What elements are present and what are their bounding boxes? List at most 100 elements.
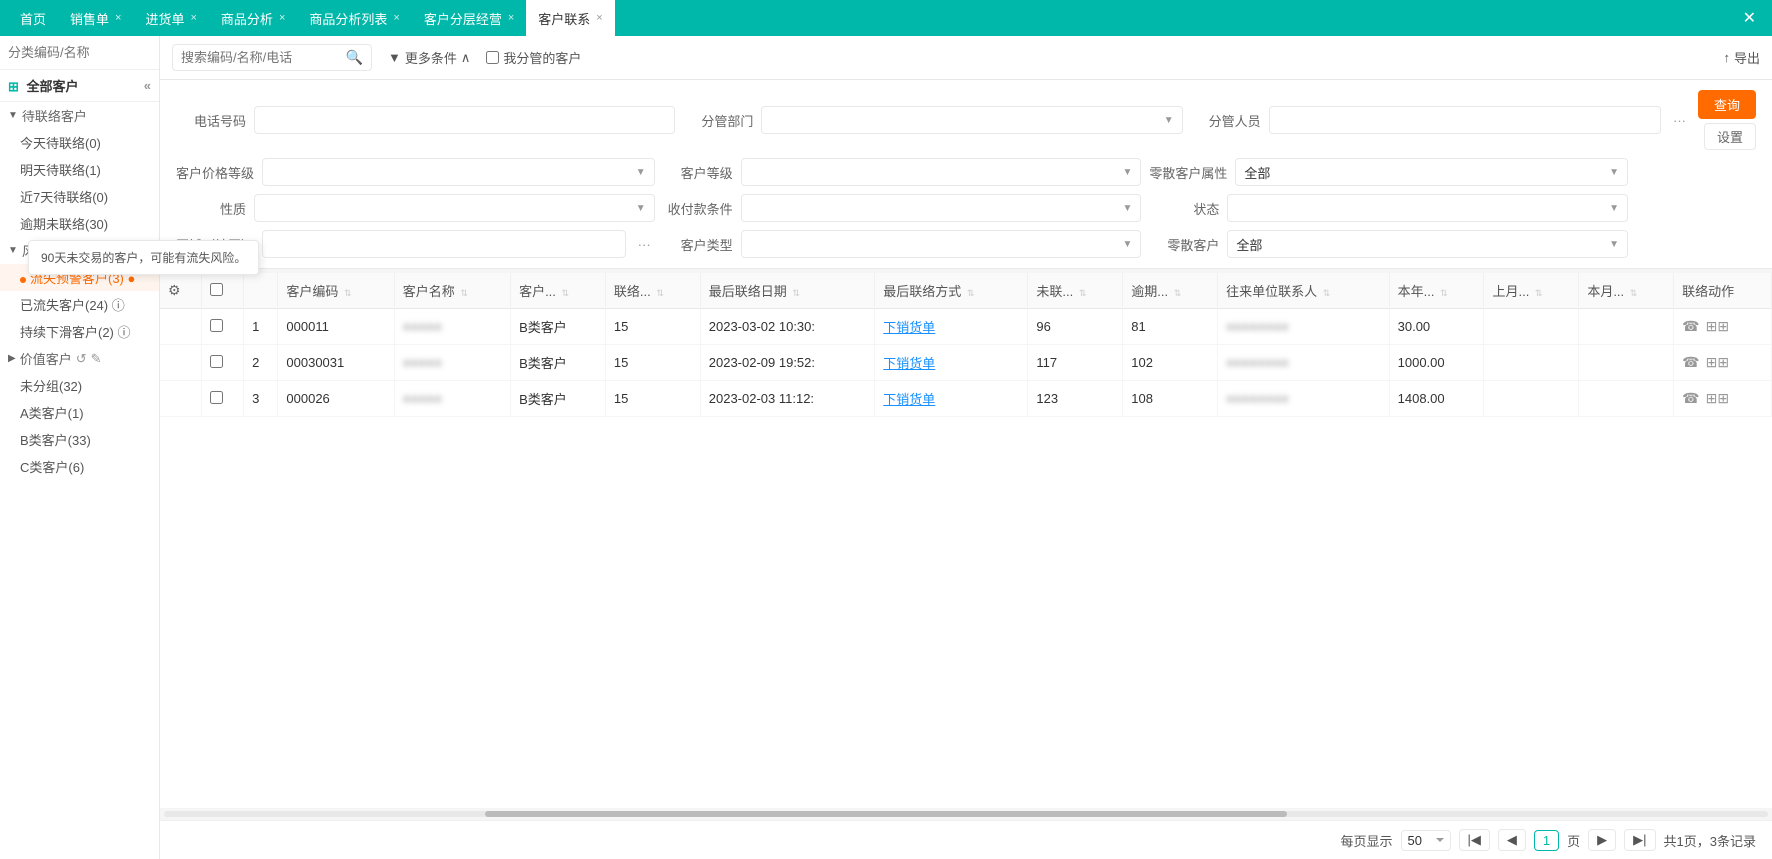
scrollbar-thumb[interactable]: [485, 811, 1287, 817]
sidebar-item-ungroup[interactable]: 未分组(32): [0, 372, 159, 399]
tab-sales[interactable]: 销售单 ×: [58, 0, 133, 36]
close-analysis-tab[interactable]: ×: [279, 12, 285, 24]
filter-customer-select[interactable]: ▼: [741, 158, 1142, 186]
sidebar-item-declining[interactable]: 持续下滑客户(2) ⓘ: [0, 318, 159, 345]
sidebar-item-churned[interactable]: 已流失客户(24) ⓘ: [0, 291, 159, 318]
main-search-input[interactable]: [181, 50, 346, 65]
filter-person-dots[interactable]: ···: [1669, 113, 1690, 128]
close-customer-layer-tab[interactable]: ×: [508, 12, 514, 24]
cell-method-1[interactable]: 下销货单: [875, 345, 1028, 381]
more-action-icon-1[interactable]: ⊞⊞: [1706, 354, 1729, 371]
select-all-checkbox[interactable]: [210, 283, 223, 296]
filter-type-select[interactable]: ▼: [741, 230, 1142, 258]
col-this-month[interactable]: 本月... ⇅: [1579, 273, 1674, 309]
window-close-btn[interactable]: ✕: [1735, 8, 1764, 28]
filter-retail-select[interactable]: 全部 ▼: [1227, 230, 1628, 258]
filter-retail-attr-select[interactable]: 全部 ▼: [1235, 158, 1628, 186]
sidebar-item-tomorrow[interactable]: 明天待联络(1): [0, 156, 159, 183]
tab-customer-layer[interactable]: 客户分层经营 ×: [412, 0, 526, 36]
cell-uncontacted-0: 96: [1028, 309, 1123, 345]
filter-status-select[interactable]: ▼: [1227, 194, 1628, 222]
sidebar-item-7days[interactable]: 近7天待联络(0): [0, 183, 159, 210]
row-checkbox-1[interactable]: [210, 355, 223, 368]
sidebar-item-a-class[interactable]: A类客户(1): [0, 399, 159, 426]
next-page-btn[interactable]: ▶: [1588, 829, 1616, 851]
filter-price-level: 客户价格等级 ▼: [176, 158, 655, 186]
close-purchase-tab[interactable]: ×: [190, 12, 196, 24]
sidebar-item-b-class[interactable]: B类客户(33): [0, 426, 159, 453]
col-last-month[interactable]: 上月... ⇅: [1484, 273, 1579, 309]
tab-customer-contact[interactable]: 客户联系 ×: [526, 0, 614, 36]
sidebar-item-today[interactable]: 今天待联络(0): [0, 129, 159, 156]
cell-checkbox-2[interactable]: [201, 381, 243, 417]
settings-btn[interactable]: 设置: [1704, 123, 1756, 150]
method-link-0[interactable]: 下销货单: [883, 320, 935, 335]
contact-icon-0[interactable]: ☎: [1682, 318, 1699, 335]
cell-index-2: 3: [244, 381, 278, 417]
filter-phone-input[interactable]: [254, 106, 675, 134]
sidebar-item-overdue[interactable]: 逾期未联络(30): [0, 210, 159, 237]
sidebar-section-pending[interactable]: ▼ 待联络客户: [0, 102, 159, 129]
col-unit-contact[interactable]: 往来单位联系人 ⇅: [1218, 273, 1390, 309]
col-name[interactable]: 客户名称 ⇅: [394, 273, 510, 309]
cell-action-2: ☎ ⊞⊞: [1674, 381, 1772, 417]
col-last-date[interactable]: 最后联络日期 ⇅: [700, 273, 875, 309]
tab-analysis-list[interactable]: 商品分析列表 ×: [297, 0, 411, 36]
my-customers-checkbox[interactable]: [486, 51, 499, 64]
last-page-btn[interactable]: ▶|: [1624, 829, 1655, 851]
more-conditions-btn[interactable]: ▼ 更多条件 ∧: [380, 44, 478, 71]
edit-icon[interactable]: ✎: [91, 351, 102, 367]
contact-icon-1[interactable]: ☎: [1682, 354, 1699, 371]
more-action-icon-0[interactable]: ⊞⊞: [1706, 318, 1729, 335]
sidebar-section-value[interactable]: ▶ 价值客户 ↺ ✎: [0, 345, 159, 372]
close-analysis-list-tab[interactable]: ×: [393, 12, 399, 24]
col-last-method[interactable]: 最后联络方式 ⇅: [875, 273, 1028, 309]
refresh-icon[interactable]: ↺: [76, 351, 87, 367]
sidebar-item-c-class[interactable]: C类客户(6): [0, 453, 159, 480]
method-link-2[interactable]: 下销货单: [883, 392, 935, 407]
cell-method-2[interactable]: 下销货单: [875, 381, 1028, 417]
method-link-1[interactable]: 下销货单: [883, 356, 935, 371]
main-search-icon[interactable]: 🔍: [346, 49, 363, 66]
tab-analysis[interactable]: 商品分析 ×: [209, 0, 297, 36]
table-settings-icon[interactable]: ⚙: [168, 282, 181, 298]
sidebar-search-input[interactable]: [8, 45, 160, 60]
close-sales-tab[interactable]: ×: [115, 12, 121, 24]
col-contact[interactable]: 联络... ⇅: [605, 273, 700, 309]
filter-icon: ▼: [388, 50, 401, 65]
query-btn[interactable]: 查询: [1698, 90, 1756, 119]
filter-person-select[interactable]: [1269, 106, 1661, 134]
filter-dept-select[interactable]: ▼: [761, 106, 1182, 134]
cell-checkbox-1[interactable]: [201, 345, 243, 381]
page-size-select[interactable]: 50 100 200: [1401, 830, 1451, 851]
col-type[interactable]: 客户... ⇅: [511, 273, 606, 309]
tab-purchase[interactable]: 进货单 ×: [133, 0, 208, 36]
row-checkbox-0[interactable]: [210, 319, 223, 332]
filter-payment-select[interactable]: ▼: [741, 194, 1142, 222]
col-this-year[interactable]: 本年... ⇅: [1389, 273, 1484, 309]
close-customer-contact-tab[interactable]: ×: [596, 12, 602, 24]
col-uncontacted[interactable]: 未联... ⇅: [1028, 273, 1123, 309]
row-checkbox-2[interactable]: [210, 391, 223, 404]
more-action-icon-2[interactable]: ⊞⊞: [1706, 390, 1729, 407]
cell-lmonth-2: [1484, 381, 1579, 417]
first-page-btn[interactable]: |◀: [1459, 829, 1490, 851]
filter-payment-label: 收付款条件: [663, 199, 733, 218]
col-settings[interactable]: ⚙: [160, 273, 201, 309]
col-overdue[interactable]: 逾期... ⇅: [1123, 273, 1218, 309]
filter-region-select[interactable]: [262, 230, 626, 258]
filter-region-dots[interactable]: ···: [634, 237, 655, 252]
col-code[interactable]: 客户编码 ⇅: [278, 273, 394, 309]
export-btn[interactable]: ↑ 导出: [1723, 48, 1760, 67]
prev-page-btn[interactable]: ◀: [1498, 829, 1526, 851]
filter-retail-attr: 零散客户属性 全部 ▼: [1149, 158, 1628, 186]
cell-checkbox-0[interactable]: [201, 309, 243, 345]
filter-nature-select[interactable]: ▼: [254, 194, 655, 222]
horizontal-scrollbar[interactable]: [160, 808, 1772, 820]
all-customers-item[interactable]: ⊞ 全部客户 «: [0, 70, 159, 102]
cell-date-0: 2023-03-02 10:30:: [700, 309, 875, 345]
contact-icon-2[interactable]: ☎: [1682, 390, 1699, 407]
home-tab[interactable]: 首页: [8, 9, 58, 28]
cell-method-0[interactable]: 下销货单: [875, 309, 1028, 345]
filter-price-select[interactable]: ▼: [262, 158, 655, 186]
